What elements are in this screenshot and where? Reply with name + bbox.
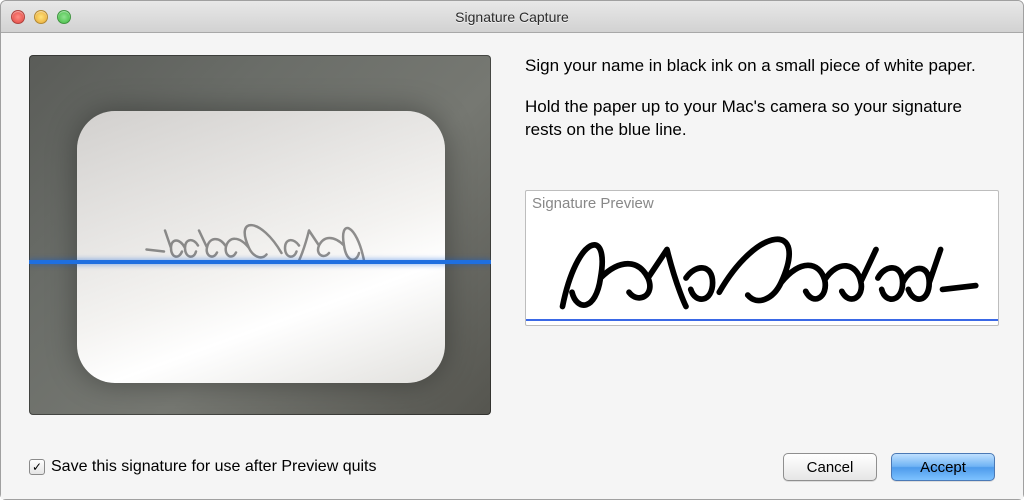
guide-line [29, 260, 491, 264]
instruction-line-2: Hold the paper up to your Mac's camera s… [525, 96, 999, 142]
window-title: Signature Capture [1, 9, 1023, 25]
cancel-button-label: Cancel [807, 459, 854, 476]
cancel-button[interactable]: Cancel [783, 453, 877, 481]
save-signature-checkbox[interactable]: ✓ [29, 459, 45, 475]
signature-preview-label: Signature Preview [526, 191, 998, 212]
save-signature-label: Save this signature for use after Previe… [51, 458, 377, 476]
save-signature-checkbox-row[interactable]: ✓ Save this signature for use after Prev… [29, 458, 377, 476]
signature-capture-window: Signature Capture Sign your name in blac… [0, 0, 1024, 500]
accept-button-label: Accept [920, 459, 966, 476]
accept-button[interactable]: Accept [891, 453, 995, 481]
signature-underline [526, 319, 998, 321]
signature-preview-box: Signature Preview [525, 190, 999, 326]
titlebar: Signature Capture [1, 1, 1023, 33]
checkmark-icon: ✓ [32, 460, 42, 474]
signature-rendered-icon [526, 212, 998, 325]
instruction-line-1: Sign your name in black ink on a small p… [525, 55, 999, 78]
content-area: Sign your name in black ink on a small p… [1, 33, 1023, 499]
instructions-text: Sign your name in black ink on a small p… [525, 55, 999, 160]
camera-preview [29, 55, 491, 415]
mirrored-signature-icon [139, 205, 379, 275]
